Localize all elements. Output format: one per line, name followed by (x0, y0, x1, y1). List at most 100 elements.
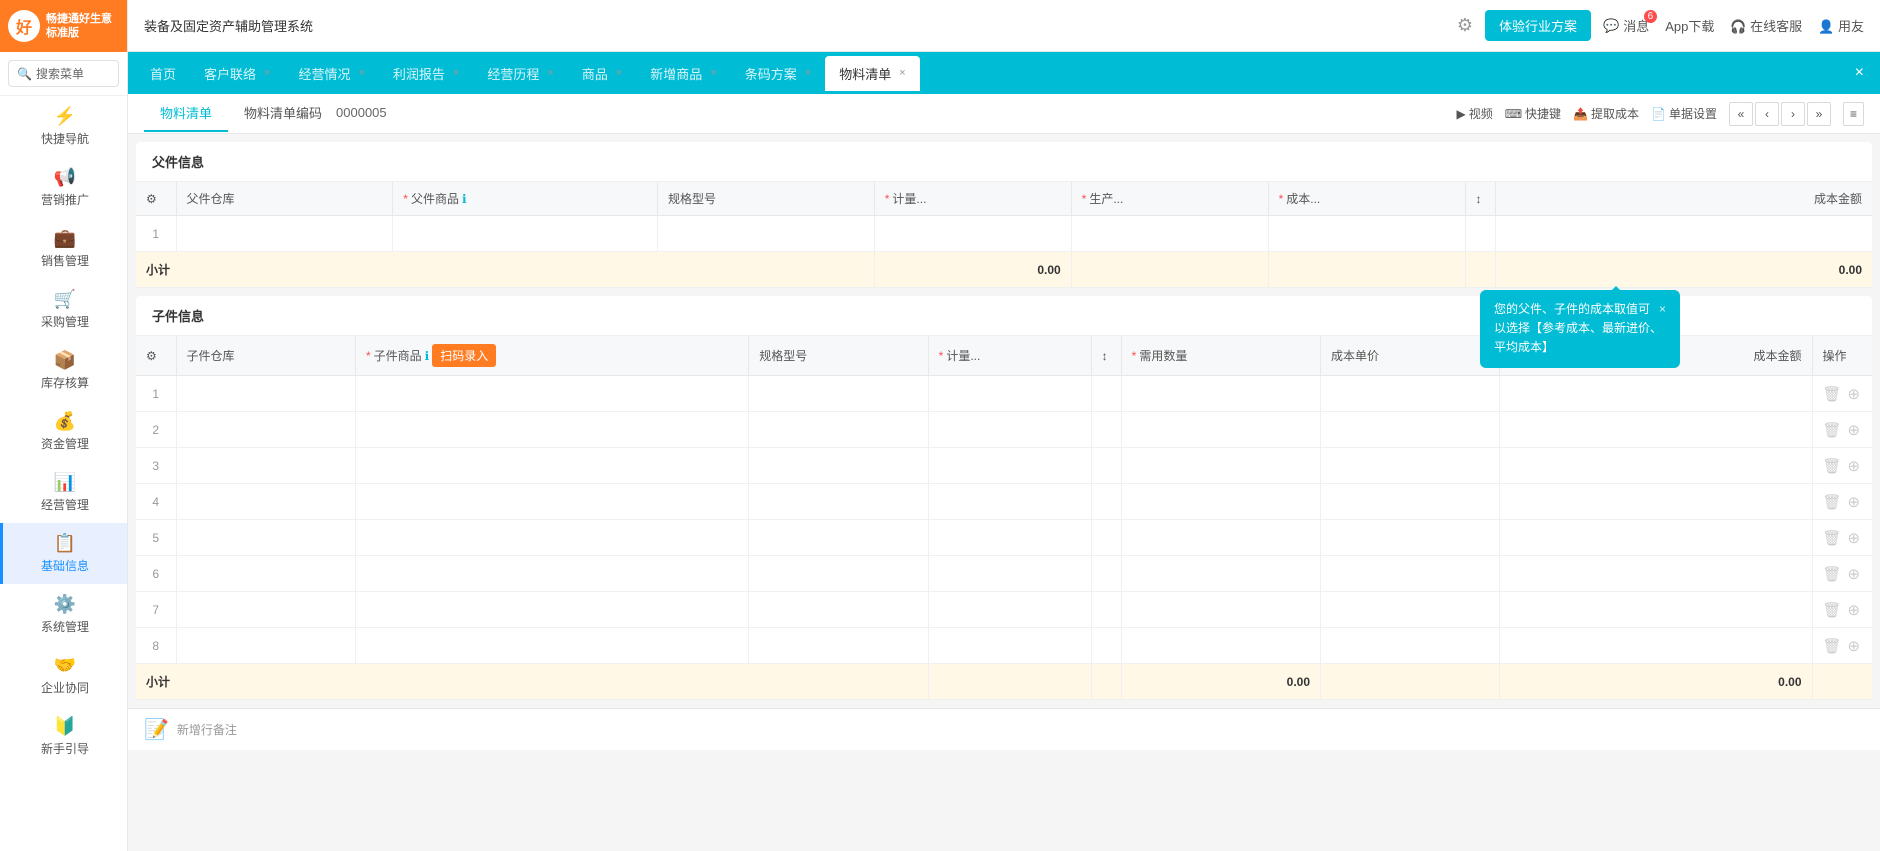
close-bom-tab[interactable]: × (899, 67, 905, 79)
shortcut-button[interactable]: ⌨ 快捷键 (1505, 105, 1561, 122)
delete-row-2-button[interactable]: 🗑 (1823, 421, 1842, 439)
delete-row-5-button[interactable]: 🗑 (1823, 529, 1842, 547)
parent-row-1-cost[interactable] (1268, 216, 1465, 252)
copy-row-4-button[interactable]: ⊕ (1848, 493, 1861, 511)
parent-col-quantity: * 计量... (874, 182, 1071, 216)
finance-icon: 💰 (54, 411, 76, 432)
view-video-button[interactable]: ▶ 视频 (1456, 105, 1492, 122)
tooltip-close-button[interactable]: × (1659, 300, 1666, 319)
parent-section: 父件信息 ⚙ 父件仓库 * (136, 142, 1872, 288)
play-icon: ▶ (1456, 107, 1465, 121)
sub-tab-bom-code[interactable]: 物料清单编码 0000005 (228, 95, 403, 132)
copy-row-6-button[interactable]: ⊕ (1848, 565, 1861, 583)
next-page-button[interactable]: › (1781, 102, 1805, 126)
child-row-1-needed-qty[interactable] (1121, 376, 1320, 412)
settings-icon[interactable]: ⚙ (1457, 15, 1473, 36)
scan-input-button[interactable]: 扫码录入 (432, 344, 496, 367)
tab-barcode[interactable]: 条码方案 × (731, 56, 825, 91)
sidebar-item-guide[interactable]: 🔰 新手引导 (0, 706, 127, 767)
sidebar-item-basic[interactable]: 📋 基础信息 (0, 523, 127, 584)
copy-row-2-button[interactable]: ⊕ (1848, 421, 1861, 439)
single-settings-button[interactable]: 📄 单据设置 (1651, 105, 1717, 122)
tab-new-goods[interactable]: 新增商品 × (636, 56, 730, 91)
close-history-tab[interactable]: × (547, 67, 553, 79)
table-row: 7 🗑⊕ (136, 592, 1872, 628)
child-col-spec: 规格型号 (749, 336, 928, 376)
delete-row-6-button[interactable]: 🗑 (1823, 565, 1842, 583)
delete-row-8-button[interactable]: 🗑 (1823, 637, 1842, 655)
search-menu-button[interactable]: 🔍 搜索菜单 (8, 60, 119, 87)
grid-view-button[interactable]: ≡ (1843, 102, 1864, 126)
child-col-settings: ⚙ (136, 336, 176, 376)
app-download-link[interactable]: App下载 (1665, 16, 1714, 35)
sidebar-item-finance[interactable]: 💰 资金管理 (0, 401, 127, 462)
parent-col-sort: ↕ (1465, 182, 1495, 216)
first-page-button[interactable]: « (1729, 102, 1753, 126)
parent-row-1-spec[interactable] (657, 216, 874, 252)
parent-row-1-warehouse[interactable] (176, 216, 393, 252)
message-badge[interactable]: 💬 消息 6 (1603, 16, 1649, 35)
copy-row-5-button[interactable]: ⊕ (1848, 529, 1861, 547)
sidebar-item-purchase[interactable]: 🛒 采购管理 (0, 279, 127, 340)
child-subtotal-label: 小计 (136, 664, 928, 700)
sidebar-item-inventory[interactable]: 📦 库存核算 (0, 340, 127, 401)
user-menu[interactable]: 👤 用友 (1818, 16, 1864, 35)
extract-icon: 📤 (1573, 107, 1588, 121)
close-all-tabs-button[interactable]: × (1847, 60, 1872, 86)
parent-row-1-goods[interactable] (393, 216, 658, 252)
add-row-icon[interactable]: 📝 (144, 717, 169, 742)
logo-subtitle: 标准版 (46, 26, 112, 40)
close-barcode-tab[interactable]: × (805, 67, 811, 79)
copy-row-8-button[interactable]: ⊕ (1848, 637, 1861, 655)
close-operations-tab[interactable]: × (358, 67, 364, 79)
copy-row-3-button[interactable]: ⊕ (1848, 457, 1861, 475)
close-profit-tab[interactable]: × (453, 67, 459, 79)
online-service-link[interactable]: 🎧 在线客服 (1730, 16, 1802, 35)
child-row-1-warehouse[interactable] (176, 376, 355, 412)
extract-cost-button[interactable]: 📤 提取成本 (1573, 105, 1639, 122)
child-col-action: 操作 (1812, 336, 1872, 376)
child-row-1-unit-cost[interactable] (1321, 376, 1500, 412)
prev-page-button[interactable]: ‹ (1755, 102, 1779, 126)
child-row-2-warehouse[interactable] (176, 412, 355, 448)
tab-operations[interactable]: 经营情况 × (284, 56, 378, 91)
child-row-1-spec[interactable] (749, 376, 928, 412)
parent-row-1-production[interactable] (1071, 216, 1268, 252)
bottom-bar: 📝 新增行备注 (128, 708, 1880, 750)
tab-profit[interactable]: 利润报告 × (379, 56, 473, 91)
table-row: 5 🗑⊕ (136, 520, 1872, 556)
delete-row-3-button[interactable]: 🗑 (1823, 457, 1842, 475)
child-row-2-goods[interactable] (355, 412, 748, 448)
trial-button[interactable]: 体验行业方案 (1485, 10, 1591, 41)
system-icon: ⚙️ (54, 594, 76, 615)
last-page-button[interactable]: » (1807, 102, 1831, 126)
sidebar-item-operation[interactable]: 📊 经营管理 (0, 462, 127, 523)
tab-customer[interactable]: 客户联络 × (190, 56, 284, 91)
child-col-goods: * 子件商品 ℹ 扫码录入 (355, 336, 748, 376)
child-row-1-goods[interactable] (355, 376, 748, 412)
delete-row-4-button[interactable]: 🗑 (1823, 493, 1842, 511)
sub-tab-bom-list[interactable]: 物料清单 (144, 95, 228, 132)
copy-row-7-button[interactable]: ⊕ (1848, 601, 1861, 619)
tab-bom[interactable]: 物料清单 × (825, 56, 919, 91)
tab-home[interactable]: 首页 (136, 56, 190, 91)
close-customer-tab[interactable]: × (264, 67, 270, 79)
basic-icon: 📋 (54, 533, 76, 554)
sidebar-item-collab[interactable]: 🤝 企业协同 (0, 645, 127, 706)
app-logo: 好 畅捷通好生意 标准版 (0, 0, 127, 52)
sidebar-item-system[interactable]: ⚙️ 系统管理 (0, 584, 127, 645)
parent-row-1-quantity[interactable] (874, 216, 1071, 252)
close-new-goods-tab[interactable]: × (710, 67, 716, 79)
purchase-icon: 🛒 (54, 289, 76, 310)
delete-row-7-button[interactable]: 🗑 (1823, 601, 1842, 619)
parent-col-goods: * 父件商品 ℹ (393, 182, 658, 216)
tab-goods[interactable]: 商品 × (568, 56, 636, 91)
sidebar-item-quick-nav[interactable]: ⚡ 快捷导航 (0, 96, 127, 157)
copy-row-1-button[interactable]: ⊕ (1848, 385, 1861, 403)
child-row-1-qty-unit[interactable] (928, 376, 1091, 412)
tab-history[interactable]: 经营历程 × (473, 56, 567, 91)
sidebar-item-sales[interactable]: 💼 销售管理 (0, 218, 127, 279)
close-goods-tab[interactable]: × (616, 67, 622, 79)
sidebar-item-marketing[interactable]: 📢 营销推广 (0, 157, 127, 218)
delete-row-1-button[interactable]: 🗑 (1823, 385, 1842, 403)
